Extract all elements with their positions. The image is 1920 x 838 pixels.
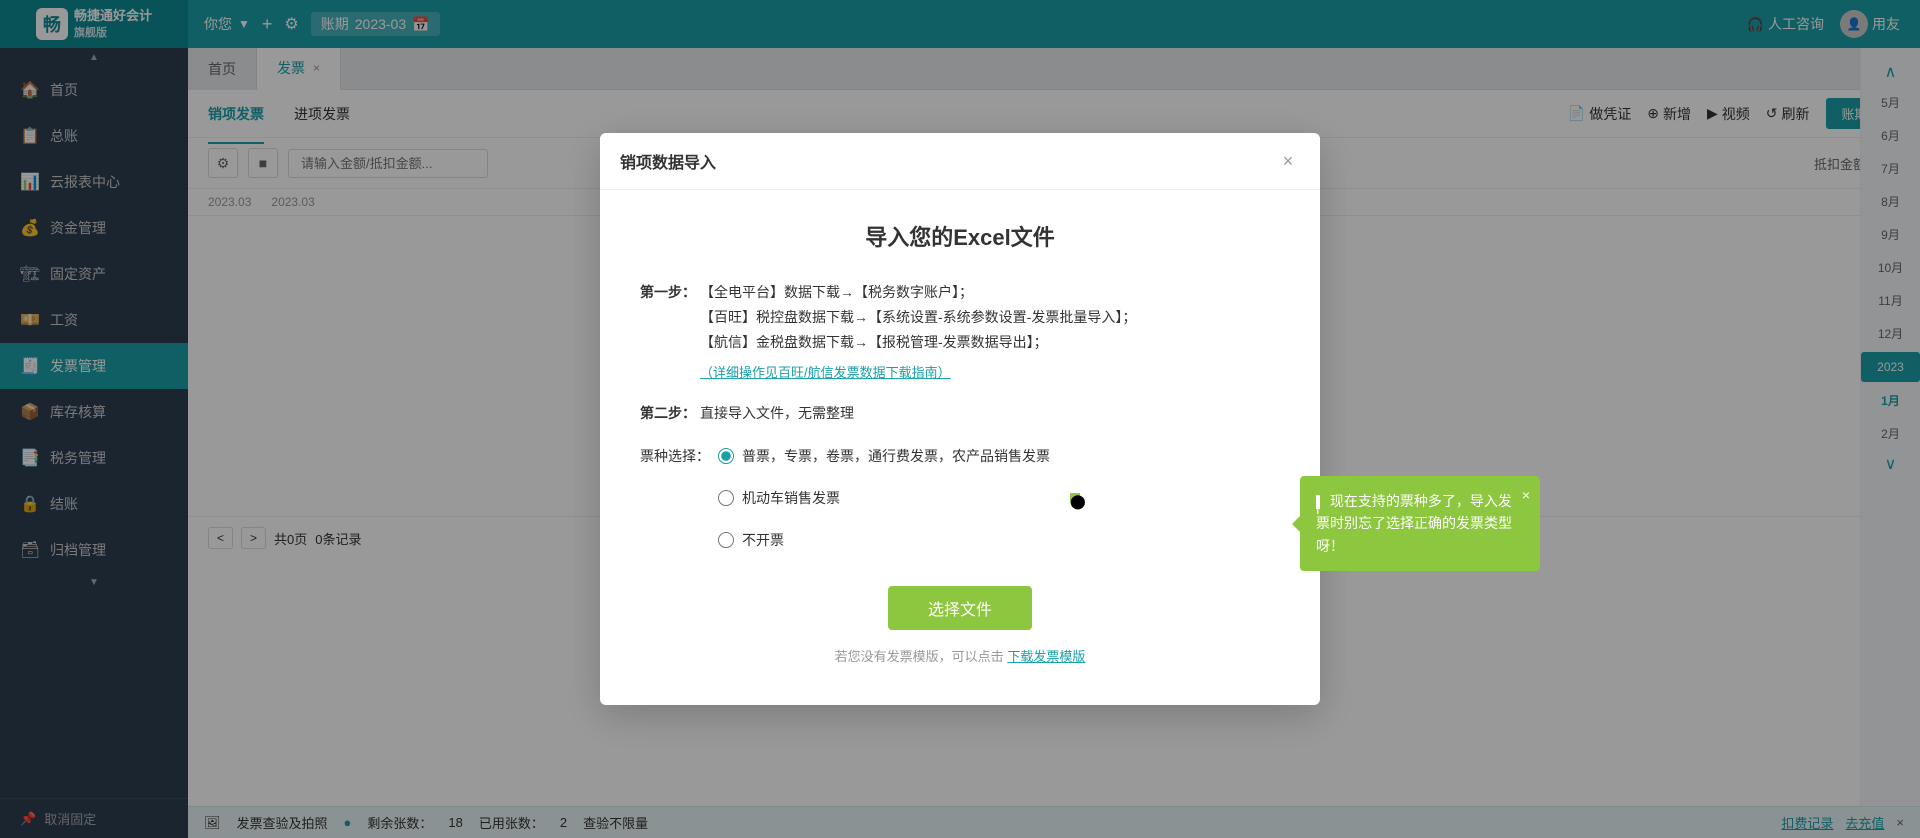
modal-header: 销项数据导入 ×: [600, 133, 1320, 190]
ticket-label: 票种选择：: [640, 446, 710, 466]
step1-row: 第一步： 【全电平台】数据下载→【税务数字账户】； 【百旺】税控盘数据下载→【系…: [640, 280, 1280, 385]
step1-content: 【全电平台】数据下载→【税务数字账户】； 【百旺】税控盘数据下载→【系统设置-系…: [700, 280, 1280, 385]
ticket-label-row: 票种选择： 普票，专票，卷票，通行费发票，农产品销售发票 机动车销售发票 ⬤: [640, 446, 1280, 562]
tooltip-text: 现在支持的票种多了，导入发票时别忘了选择正确的发票类型呀！: [1316, 493, 1512, 554]
step1-line2: 【百旺】税控盘数据下载→【系统设置-系统参数设置-发票批量导入】；: [700, 305, 1280, 330]
tooltip-bar: |: [1316, 495, 1320, 509]
modal-footer: 若您没有发票模版，可以点击 下载发票模版: [640, 646, 1280, 675]
radio-group: 普票，专票，卷票，通行费发票，农产品销售发票 机动车销售发票 ⬤ 不开票: [718, 446, 1050, 562]
radio-motor: 机动车销售发票 ⬤: [718, 488, 1050, 508]
step1-guide-link[interactable]: （详细操作见百旺/航信发票数据下载指南）: [700, 365, 951, 380]
radio-no-ticket-input[interactable]: [718, 532, 734, 548]
radio-motor-input[interactable]: [718, 490, 734, 506]
radio-motor-label: 机动车销售发票: [742, 488, 840, 508]
radio-general-input[interactable]: [718, 448, 734, 464]
step1-label: 第一步：: [640, 280, 700, 385]
modal-body: 导入您的Excel文件 第一步： 【全电平台】数据下载→【税务数字账户】； 【百…: [600, 190, 1320, 705]
radio-no-ticket: 不开票: [718, 530, 1050, 550]
step1-line1: 【全电平台】数据下载→【税务数字账户】；: [700, 280, 1280, 305]
radio-general: 普票，专票，卷票，通行费发票，农产品销售发票: [718, 446, 1050, 466]
step2-content: 直接导入文件，无需整理: [700, 401, 1280, 426]
ticket-selection-area: 票种选择： 普票，专票，卷票，通行费发票，农产品销售发票 机动车销售发票 ⬤: [640, 446, 1280, 562]
modal-title: 销项数据导入: [620, 149, 716, 173]
download-template-link[interactable]: 下载发票模版: [1007, 649, 1085, 664]
radio-no-ticket-label: 不开票: [742, 530, 784, 550]
modal-close-btn[interactable]: ×: [1276, 149, 1300, 173]
tooltip-dot: ⬤: [1070, 493, 1080, 503]
footer-text: 若您没有发票模版，可以点击: [835, 649, 1004, 664]
tooltip-popup: × | 现在支持的票种多了，导入发票时别忘了选择正确的发票类型呀！: [1300, 476, 1540, 571]
modal-main-title: 导入您的Excel文件: [640, 220, 1280, 252]
step1-line3: 【航信】金税盘数据下载→【报税管理-发票数据导出】；: [700, 330, 1280, 355]
select-file-btn[interactable]: 选择文件: [888, 586, 1032, 630]
tooltip-close-btn[interactable]: ×: [1522, 484, 1530, 506]
import-modal: 销项数据导入 × 导入您的Excel文件 第一步： 【全电平台】数据下载→【税务…: [600, 133, 1320, 705]
radio-general-label: 普票，专票，卷票，通行费发票，农产品销售发票: [742, 446, 1050, 466]
step2-row: 第二步： 直接导入文件，无需整理: [640, 401, 1280, 426]
step2-label: 第二步：: [640, 401, 700, 426]
